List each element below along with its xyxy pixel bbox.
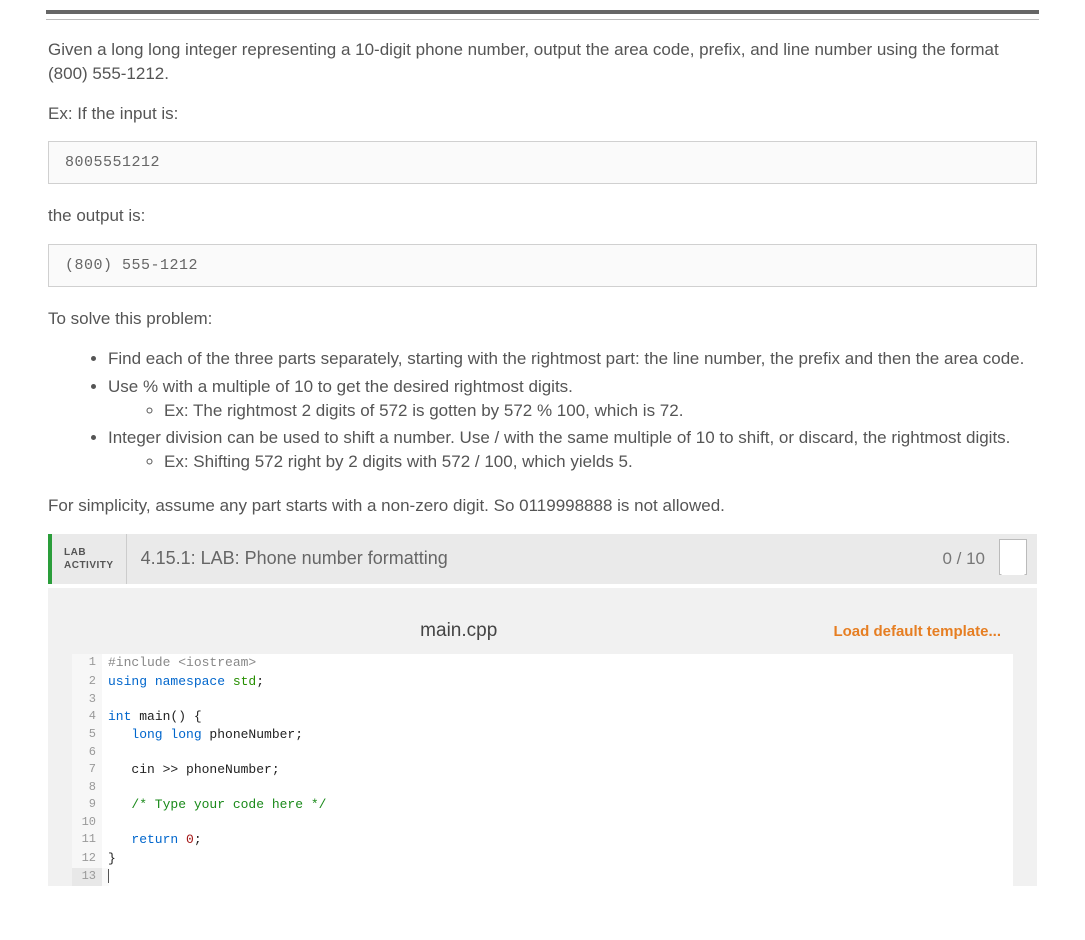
load-template-button[interactable]: Load default template...	[833, 621, 1001, 642]
code-line[interactable]: 6	[72, 744, 1013, 761]
code-line[interactable]: 11 return 0;	[72, 831, 1013, 849]
intro-text: Given a long long integer representing a…	[48, 38, 1037, 86]
simplicity-note: For simplicity, assume any part starts w…	[48, 494, 1037, 518]
example-output-label: the output is:	[48, 204, 1037, 228]
code-line[interactable]: 4int main() {	[72, 708, 1013, 726]
code-line[interactable]: 10	[72, 814, 1013, 831]
code-line[interactable]: 9 /* Type your code here */	[72, 796, 1013, 814]
code-line[interactable]: 2using namespace std;	[72, 673, 1013, 691]
example-input-box: 8005551212	[48, 141, 1037, 184]
lab-title: 4.15.1: LAB: Phone number formatting	[127, 534, 943, 584]
hint-1: Find each of the three parts separately,…	[108, 347, 1037, 371]
code-line[interactable]: 13	[72, 868, 1013, 886]
example-input-label: Ex: If the input is:	[48, 102, 1037, 126]
hint-list: Find each of the three parts separately,…	[48, 347, 1037, 474]
code-line[interactable]: 1#include <iostream>	[72, 654, 1013, 672]
editor-panel: main.cpp Load default template... 1#incl…	[48, 588, 1037, 886]
code-line[interactable]: 7 cin >> phoneNumber;	[72, 761, 1013, 779]
code-line[interactable]: 5 long long phoneNumber;	[72, 726, 1013, 744]
hint-2a: Ex: The rightmost 2 digits of 572 is got…	[164, 399, 1037, 423]
hint-2: Use % with a multiple of 10 to get the d…	[108, 375, 1037, 423]
ribbon-icon	[999, 539, 1027, 575]
top-divider	[46, 10, 1039, 20]
hint-3: Integer division can be used to shift a …	[108, 426, 1037, 474]
example-output-box: (800) 555-1212	[48, 244, 1037, 287]
hint-3a: Ex: Shifting 572 right by 2 digits with …	[164, 450, 1037, 474]
problem-statement: Given a long long integer representing a…	[48, 38, 1037, 518]
lab-badge: LAB ACTIVITY	[52, 534, 127, 584]
code-editor[interactable]: 1#include <iostream>2using namespace std…	[72, 654, 1013, 886]
filename-label: main.cpp	[84, 618, 833, 645]
code-line[interactable]: 8	[72, 779, 1013, 796]
editor-header: main.cpp Load default template...	[72, 608, 1013, 655]
code-line[interactable]: 12}	[72, 850, 1013, 868]
solve-label: To solve this problem:	[48, 307, 1037, 331]
code-line[interactable]: 3	[72, 691, 1013, 708]
lab-header: LAB ACTIVITY 4.15.1: LAB: Phone number f…	[48, 534, 1037, 584]
lab-score: 0 / 10	[942, 534, 995, 584]
